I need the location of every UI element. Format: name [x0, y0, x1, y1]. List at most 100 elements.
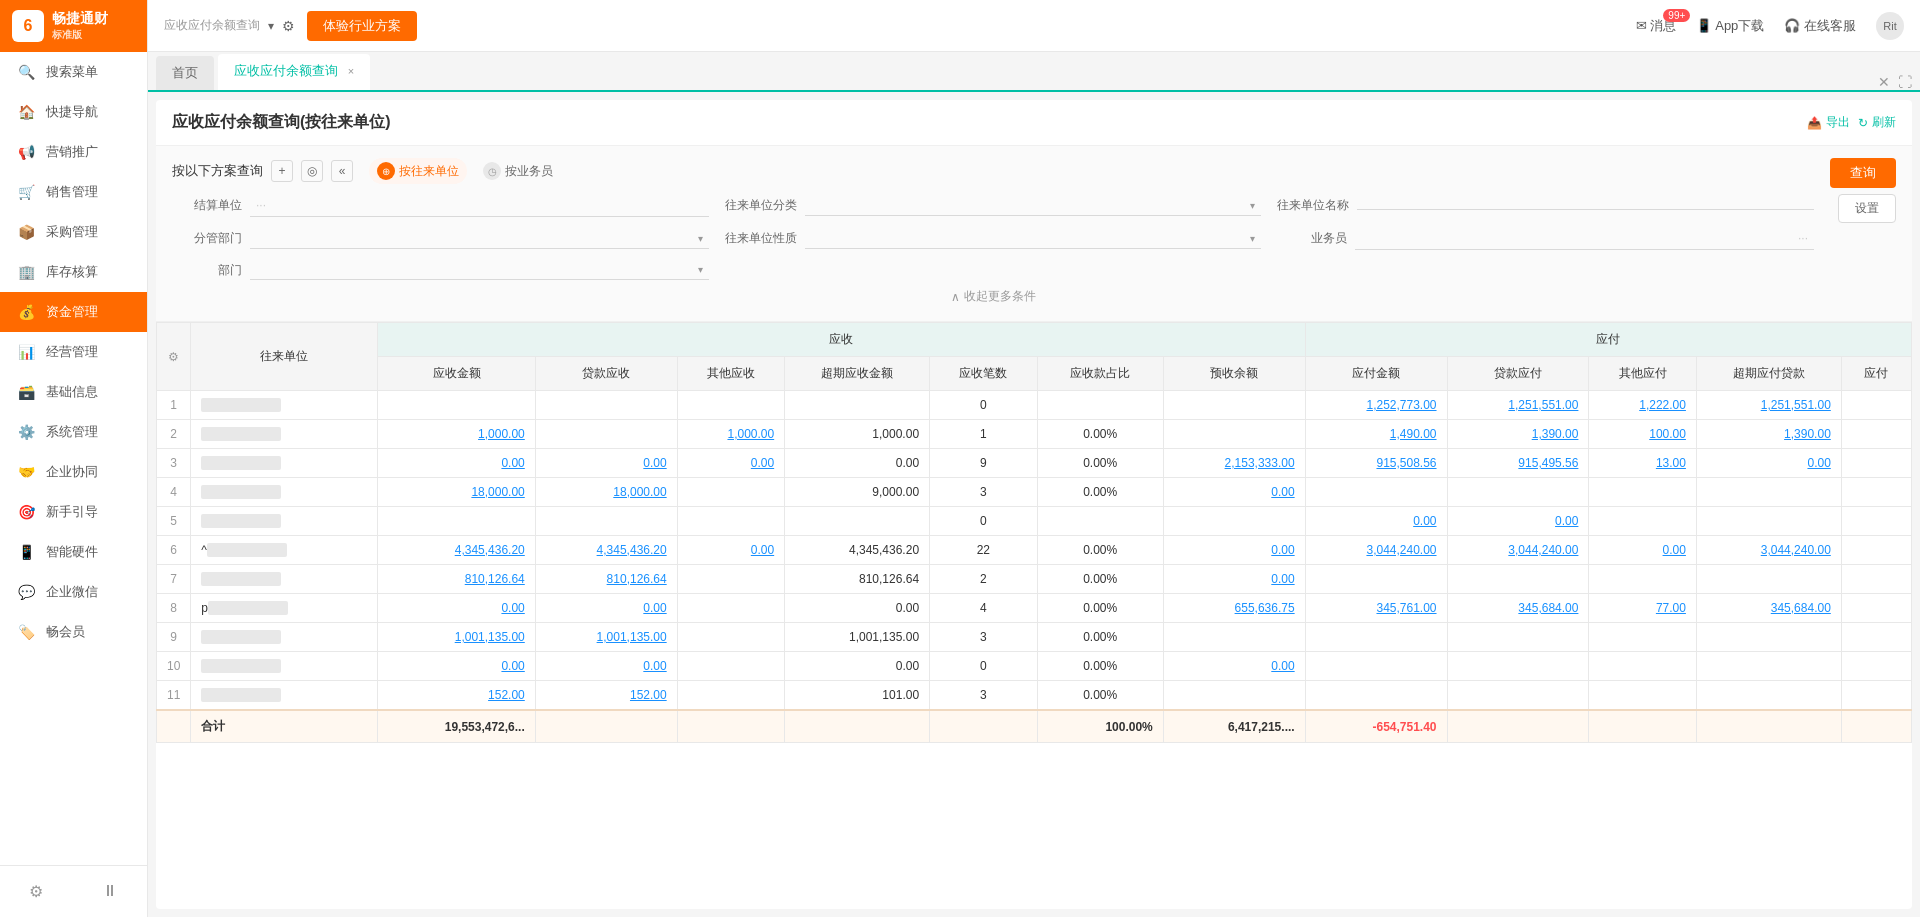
cell-link[interactable]: 3,044,240.00: [1366, 543, 1436, 557]
user-avatar[interactable]: Rit: [1876, 12, 1904, 40]
cell-link[interactable]: 2,153,333.00: [1225, 456, 1295, 470]
sidebar-item-member[interactable]: 🏷️畅会员: [0, 612, 147, 652]
cell-link[interactable]: 1,390.00: [1784, 427, 1831, 441]
sidebar-item-wechat[interactable]: 💬企业微信: [0, 572, 147, 612]
filter-collapse-button[interactable]: «: [331, 160, 353, 182]
cell-link[interactable]: 810,126.64: [607, 572, 667, 586]
cell-link[interactable]: 0.00: [1807, 456, 1830, 470]
cell-link[interactable]: 152.00: [488, 688, 525, 702]
cell-link[interactable]: 18,000.00: [613, 485, 666, 499]
cell-link[interactable]: 0.00: [1413, 514, 1436, 528]
salesperson-input[interactable]: ···: [1355, 227, 1814, 250]
header-gear-icon[interactable]: ⚙: [282, 18, 295, 34]
setting-button[interactable]: 设置: [1838, 194, 1896, 223]
solution-button[interactable]: 体验行业方案: [307, 11, 417, 41]
dept-mgr-input[interactable]: ▾: [250, 229, 709, 249]
filter-add-button[interactable]: +: [271, 160, 293, 182]
cell-link[interactable]: 0.00: [1271, 659, 1294, 673]
partner-category-input[interactable]: ▾: [805, 196, 1262, 216]
cell-link[interactable]: 100.00: [1649, 427, 1686, 441]
cell-link[interactable]: 4,345,436.20: [597, 543, 667, 557]
cell-link[interactable]: 1,251,551.00: [1761, 398, 1831, 412]
sidebar-item-collab[interactable]: 🤝企业协同: [0, 452, 147, 492]
sidebar-item-sales[interactable]: 🛒销售管理: [0, 172, 147, 212]
cell-link[interactable]: 18,000.00: [471, 485, 524, 499]
cell-link[interactable]: 0.00: [1271, 572, 1294, 586]
cell-link[interactable]: 0.00: [1271, 543, 1294, 557]
filter-option-salesperson[interactable]: ◷ 按业务员: [475, 158, 561, 184]
sidebar-item-ops[interactable]: 📊经营管理: [0, 332, 147, 372]
cell-link[interactable]: 1,222.00: [1639, 398, 1686, 412]
cell-link[interactable]: 1,251,551.00: [1508, 398, 1578, 412]
cell-link[interactable]: 655,636.75: [1235, 601, 1295, 615]
online-service-button[interactable]: 🎧 在线客服: [1784, 17, 1856, 35]
tab-fullscreen-icon[interactable]: ⛶: [1898, 74, 1912, 90]
cell-link[interactable]: 0.00: [501, 601, 524, 615]
cell-link[interactable]: 1,000.00: [727, 427, 774, 441]
dept-input[interactable]: ▾: [250, 260, 709, 280]
cell-link[interactable]: 0.00: [643, 601, 666, 615]
col-settings-header[interactable]: ⚙: [157, 323, 191, 391]
sidebar-item-guide[interactable]: 🎯新手引导: [0, 492, 147, 532]
table-area[interactable]: ⚙ 往来单位 应收 应付 应收金额 贷款应收 其他应收 超期应收金额 应收笔数 …: [156, 322, 1912, 909]
cell-link[interactable]: 152.00: [630, 688, 667, 702]
cell-link[interactable]: 0.00: [751, 456, 774, 470]
cell-link[interactable]: 0.00: [1555, 514, 1578, 528]
cell-link[interactable]: 77.00: [1656, 601, 1686, 615]
tab-home[interactable]: 首页: [156, 56, 214, 90]
sidebar-item-search[interactable]: 🔍搜索菜单: [0, 52, 147, 92]
tab-close-icon[interactable]: ×: [348, 65, 354, 77]
collapse-more-button[interactable]: ∧ 收起更多条件: [951, 288, 1036, 305]
tab-arquery[interactable]: 应收应付余额查询 ×: [218, 54, 370, 90]
cell-link[interactable]: 1,000.00: [478, 427, 525, 441]
cell-link[interactable]: 1,001,135.00: [455, 630, 525, 644]
filter-option-partner[interactable]: ⊕ 按往来单位: [369, 158, 467, 184]
cell-link[interactable]: 0.00: [1663, 543, 1686, 557]
tab-close-window-icon[interactable]: ✕: [1878, 74, 1890, 90]
cell-link[interactable]: 345,761.00: [1376, 601, 1436, 615]
table-settings-icon[interactable]: ⚙: [168, 350, 179, 364]
sidebar-item-basic[interactable]: 🗃️基础信息: [0, 372, 147, 412]
cell-link[interactable]: 0.00: [1271, 485, 1294, 499]
cell-link[interactable]: 13.00: [1656, 456, 1686, 470]
cell-link[interactable]: 0.00: [501, 659, 524, 673]
partner-nature-input[interactable]: ▾: [805, 229, 1262, 249]
cell-link[interactable]: 1,252,773.00: [1366, 398, 1436, 412]
breadcrumb-dropdown-icon[interactable]: ▾: [268, 19, 274, 33]
cell-link[interactable]: 3,044,240.00: [1761, 543, 1831, 557]
sidebar-item-marketing[interactable]: 📢营销推广: [0, 132, 147, 172]
message-button[interactable]: ✉ 消息 99+: [1636, 17, 1677, 35]
cell-link[interactable]: 0.00: [751, 543, 774, 557]
cell-link[interactable]: 0.00: [643, 659, 666, 673]
partner-name-input[interactable]: [1357, 201, 1814, 210]
cell-link[interactable]: 345,684.00: [1771, 601, 1831, 615]
cell-link[interactable]: 810,126.64: [465, 572, 525, 586]
cell-link[interactable]: 915,495.56: [1518, 456, 1578, 470]
sidebar-item-inventory[interactable]: 🏢库存核算: [0, 252, 147, 292]
query-button[interactable]: 查询: [1830, 158, 1896, 188]
cell-link[interactable]: 0.00: [643, 456, 666, 470]
settlement-input[interactable]: ···: [250, 194, 709, 217]
cell-link[interactable]: 915,508.56: [1376, 456, 1436, 470]
cell-link[interactable]: 0.00: [501, 456, 524, 470]
sidebar-item-hardware[interactable]: 📱智能硬件: [0, 532, 147, 572]
collapse-sidebar-icon[interactable]: ⏸: [94, 878, 126, 905]
cell-link[interactable]: 1,390.00: [1532, 427, 1579, 441]
cell-link[interactable]: 1,001,135.00: [597, 630, 667, 644]
col-ar-amount: 应收金额: [378, 357, 535, 391]
sidebar-item-sysadmin[interactable]: ⚙️系统管理: [0, 412, 147, 452]
sidebar-item-purchase[interactable]: 📦采购管理: [0, 212, 147, 252]
cell-link[interactable]: 1,490.00: [1390, 427, 1437, 441]
app-download-button[interactable]: 📱 App下载: [1696, 17, 1764, 35]
sidebar-item-finance[interactable]: 💰资金管理: [0, 292, 147, 332]
filter-scheme-button[interactable]: ◎: [301, 160, 323, 182]
settings-bottom-icon[interactable]: ⚙: [21, 878, 51, 905]
cell-ar-amount: 152.00: [378, 681, 535, 711]
sidebar-item-quicknav[interactable]: 🏠快捷导航: [0, 92, 147, 132]
table-row: 1 0 1,252,773.00 1,251,551.00 1,222.00 1…: [157, 391, 1912, 420]
refresh-button[interactable]: ↻ 刷新: [1858, 114, 1896, 131]
cell-link[interactable]: 345,684.00: [1518, 601, 1578, 615]
cell-link[interactable]: 3,044,240.00: [1508, 543, 1578, 557]
cell-link[interactable]: 4,345,436.20: [455, 543, 525, 557]
export-button[interactable]: 📤 导出: [1807, 114, 1850, 131]
